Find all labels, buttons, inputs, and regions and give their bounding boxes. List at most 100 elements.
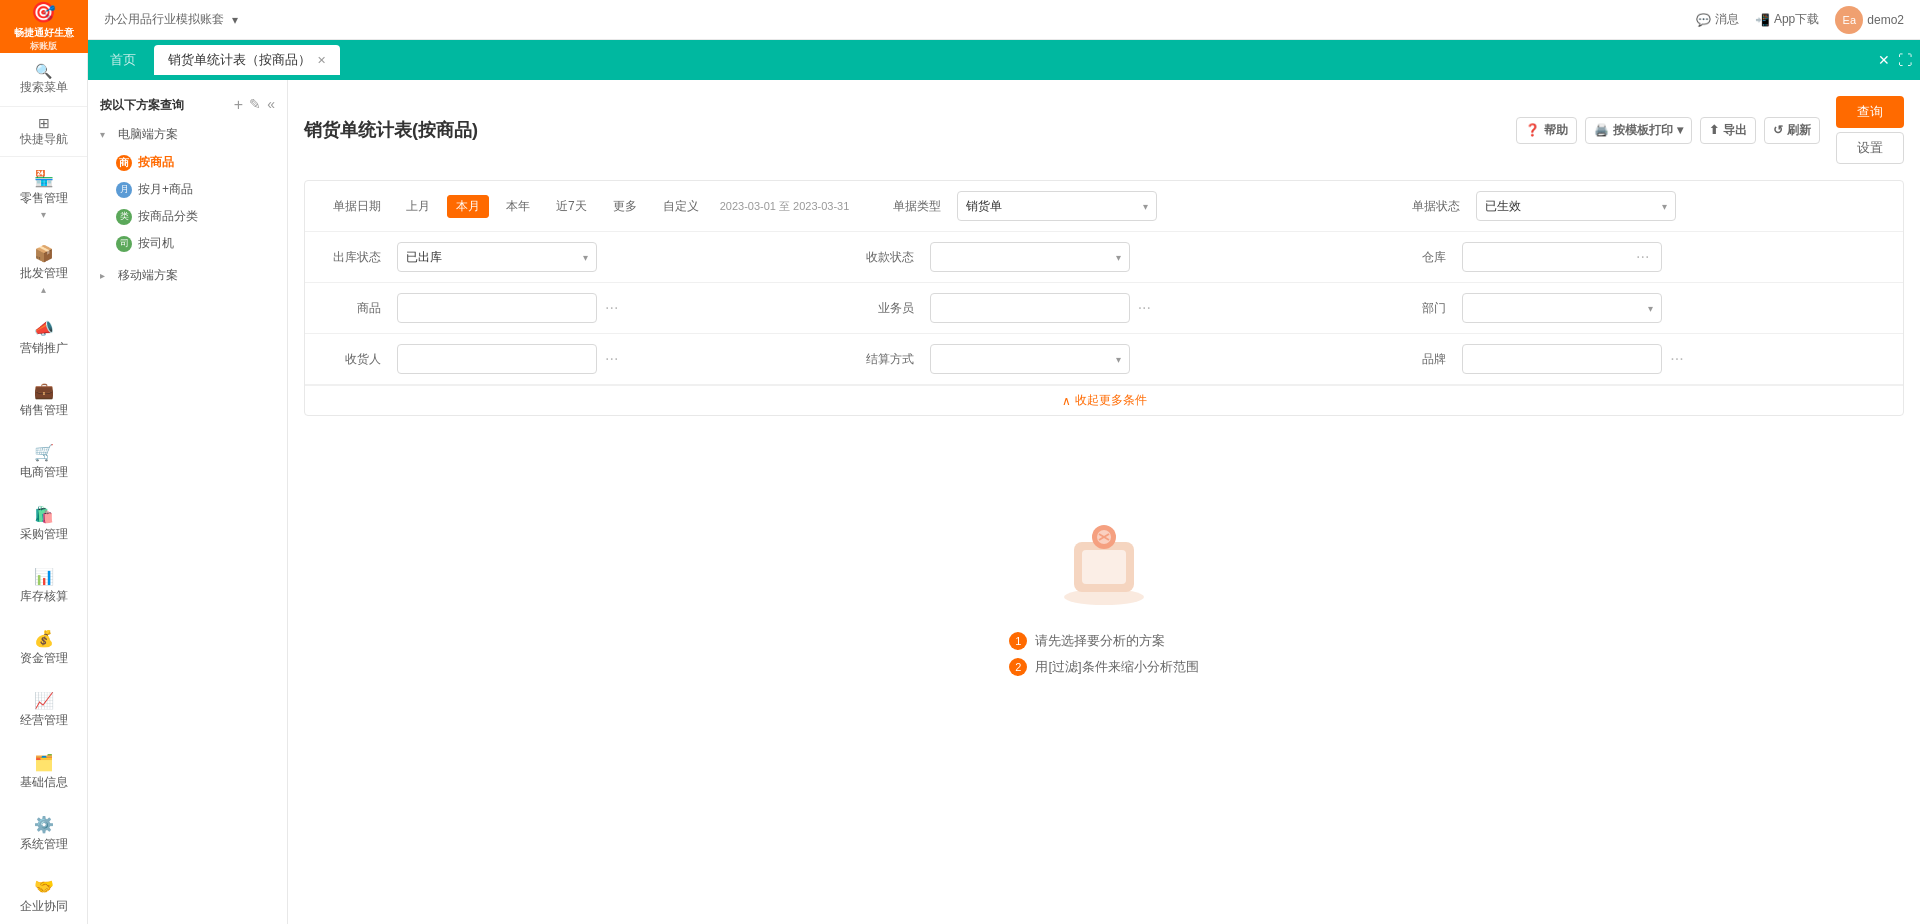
date-btn-this-month[interactable]: 本月	[447, 195, 489, 218]
left-panel-header: 按以下方案查询 + ✎ «	[88, 90, 287, 120]
tree-item-by-category[interactable]: 类 按商品分类	[88, 203, 287, 230]
page-actions: ❓ 帮助 🖨️ 按模板打印 ▾ ⬆ 导出 ↺ 刷新	[1516, 96, 1904, 164]
edit-scheme-icon[interactable]: ✎	[249, 96, 261, 114]
status-input[interactable]: 已生效 ▾	[1476, 191, 1676, 221]
tab-end-icons: ✕ ⛶	[1878, 52, 1912, 68]
tree-icon-goods: 商	[116, 155, 132, 171]
marketing-label: 营销推广	[20, 340, 68, 357]
wholesale-label: 批发管理	[20, 265, 68, 282]
type-input[interactable]: 销货单 ▾	[957, 191, 1157, 221]
brand-dots[interactable]: ···	[1666, 350, 1687, 368]
logo-sub: 标账版	[30, 40, 57, 53]
purchase-icon: 🛍️	[34, 505, 54, 524]
receiver-dots[interactable]: ···	[601, 350, 622, 368]
receiver-input[interactable]	[397, 344, 597, 374]
tree-item-by-driver[interactable]: 司 按司机	[88, 230, 287, 257]
help-btn[interactable]: ❓ 帮助	[1516, 117, 1577, 144]
warehouse-dots[interactable]: ···	[1632, 248, 1653, 266]
type-label: 单据类型	[881, 198, 941, 215]
settings-button[interactable]: 设置	[1836, 132, 1904, 164]
sidebar-item-operations[interactable]: 📈 经营管理	[0, 679, 87, 741]
tab-bar: 首页 销货单统计表（按商品） ✕ ✕ ⛶	[88, 40, 1920, 80]
collapse-panel-icon[interactable]: «	[267, 96, 275, 114]
query-button[interactable]: 查询	[1836, 96, 1904, 128]
sales-label: 销售管理	[20, 402, 68, 419]
enterprise-label: 企业协同	[20, 898, 68, 915]
operations-label: 经营管理	[20, 712, 68, 729]
sidebar-item-enterprise[interactable]: 🤝 企业协同	[0, 865, 87, 924]
sidebar-item-basic[interactable]: 🗂️ 基础信息	[0, 741, 87, 803]
sidebar-item-ecommerce[interactable]: 🛒 电商管理	[0, 431, 87, 493]
tree-section-mobile[interactable]: ▸ 移动端方案	[88, 261, 287, 290]
goods-input[interactable]	[397, 293, 597, 323]
sidebar-item-sales[interactable]: 💼 销售管理	[0, 369, 87, 431]
payment-dropdown-icon: ▾	[1116, 354, 1121, 365]
date-filter: 上月 本月 本年 近7天 更多 自定义 2023-03-01 至 2023-03…	[397, 195, 849, 218]
close-window-icon[interactable]: ✕	[1878, 52, 1890, 68]
sidebar-quick-nav[interactable]: ⊞ 快捷导航	[0, 107, 87, 157]
out-value: 已出库	[406, 249, 442, 266]
sidebar-item-inventory[interactable]: 📊 库存核算	[0, 555, 87, 617]
date-btn-more[interactable]: 更多	[604, 195, 646, 218]
sidebar-item-wholesale[interactable]: 📦 批发管理 ▴	[0, 232, 87, 307]
export-btn[interactable]: ⬆ 导出	[1700, 117, 1756, 144]
sidebar-item-system[interactable]: ⚙️ 系统管理	[0, 803, 87, 865]
empty-illustration	[1044, 512, 1164, 612]
tab-home[interactable]: 首页	[96, 45, 150, 75]
sidebar-item-retail[interactable]: 🏪 零售管理 ▾	[0, 157, 87, 232]
empty-tip-1: 1 请先选择要分析的方案	[1009, 632, 1198, 650]
receiver-label: 收货人	[321, 351, 381, 368]
filter-row-4: 收货人 ··· 结算方式 ▾ 品牌	[305, 334, 1903, 385]
operations-icon: 📈	[34, 691, 54, 710]
content-inner: 按以下方案查询 + ✎ « ▾ 电脑端方案 商 按商品 月 按月+	[88, 80, 1920, 924]
export-icon: ⬆	[1709, 123, 1719, 137]
maximize-window-icon[interactable]: ⛶	[1898, 52, 1912, 68]
inventory-label: 库存核算	[20, 588, 68, 605]
tree-item-driver-label: 按司机	[138, 235, 174, 252]
warehouse-input[interactable]: ···	[1462, 242, 1662, 272]
sidebar-item-marketing[interactable]: 📣 营销推广	[0, 307, 87, 369]
sidebar-item-finance[interactable]: 💰 资金管理	[0, 617, 87, 679]
date-btn-custom[interactable]: 自定义	[654, 195, 708, 218]
type-value: 销货单	[966, 198, 1002, 215]
date-btn-last-month[interactable]: 上月	[397, 195, 439, 218]
tip-1-num: 1	[1009, 632, 1027, 650]
date-btn-7days[interactable]: 近7天	[547, 195, 596, 218]
add-scheme-icon[interactable]: +	[234, 96, 243, 114]
salesman-input[interactable]	[930, 293, 1130, 323]
payment-input[interactable]: ▾	[930, 344, 1130, 374]
tip-2-num: 2	[1009, 658, 1027, 676]
collapse-filters-btn[interactable]: ∧ 收起更多条件	[305, 385, 1903, 415]
out-input[interactable]: 已出库 ▾	[397, 242, 597, 272]
goods-dots[interactable]: ···	[601, 299, 622, 317]
date-btn-this-year[interactable]: 本年	[497, 195, 539, 218]
tree-section-pc-label: 电脑端方案	[118, 126, 178, 143]
app-download-btn[interactable]: 📲 App下载	[1755, 11, 1819, 28]
industry-label: 办公用品行业模拟账套	[104, 11, 224, 28]
help-icon: ❓	[1525, 123, 1540, 137]
sidebar-search-menu[interactable]: 🔍 搜索菜单	[0, 53, 87, 107]
user-menu[interactable]: Ea demo2	[1835, 6, 1904, 34]
brand-input[interactable]	[1462, 344, 1662, 374]
user-avatar: Ea	[1835, 6, 1863, 34]
receipt-input[interactable]: ▾	[930, 242, 1130, 272]
sidebar-item-purchase[interactable]: 🛍️ 采购管理	[0, 493, 87, 555]
tab-close-icon[interactable]: ✕	[317, 54, 326, 67]
system-label: 系统管理	[20, 836, 68, 853]
print-btn[interactable]: 🖨️ 按模板打印 ▾	[1585, 117, 1692, 144]
collapse-label: 收起更多条件	[1075, 392, 1147, 409]
dept-input[interactable]: ▾	[1462, 293, 1662, 323]
tree-item-by-goods[interactable]: 商 按商品	[88, 149, 287, 176]
tab-report-label: 销货单统计表（按商品）	[168, 51, 311, 69]
tree-item-category-label: 按商品分类	[138, 208, 198, 225]
salesman-dots[interactable]: ···	[1134, 299, 1155, 317]
left-panel-icons: + ✎ «	[234, 96, 275, 114]
tree-item-by-month-goods[interactable]: 月 按月+商品	[88, 176, 287, 203]
header-left: 办公用品行业模拟账套 ▾	[104, 11, 238, 28]
tree-icon-category: 类	[116, 209, 132, 225]
industry-dropdown-icon[interactable]: ▾	[232, 13, 238, 27]
refresh-btn[interactable]: ↺ 刷新	[1764, 117, 1820, 144]
message-btn[interactable]: 💬 消息	[1696, 11, 1739, 28]
tree-section-pc[interactable]: ▾ 电脑端方案	[88, 120, 287, 149]
tab-report[interactable]: 销货单统计表（按商品） ✕	[154, 45, 340, 75]
